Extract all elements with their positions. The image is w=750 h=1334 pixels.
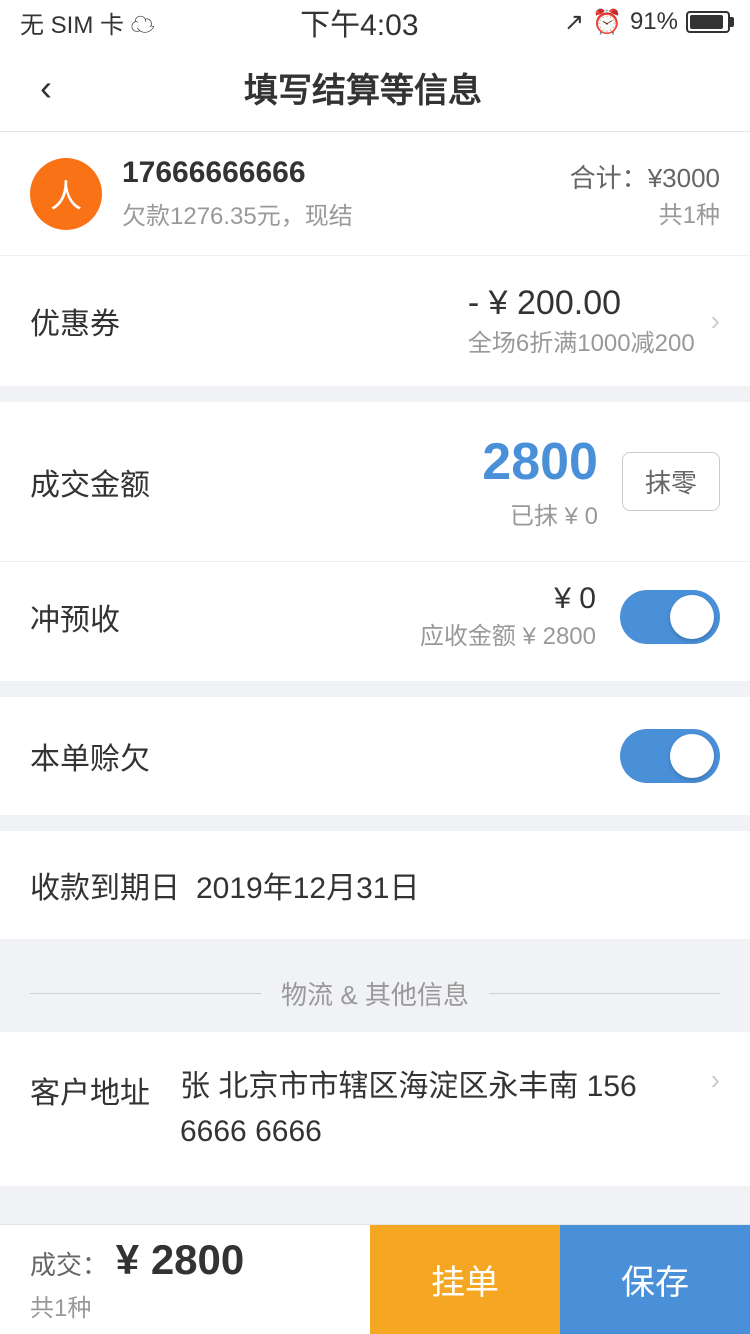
- back-button[interactable]: ‹: [30, 57, 62, 119]
- coupon-desc: 全场6折满1000减200: [468, 323, 695, 358]
- address-section: 客户地址 张 北京市市辖区海淀区永丰南 156 6666 6666 ›: [0, 1032, 750, 1186]
- charge-toggle[interactable]: [620, 590, 720, 644]
- due-date-section: 收款到期日 2019年12月31日: [0, 831, 750, 939]
- status-right: ↗ ⏰ 91%: [564, 8, 730, 37]
- avatar: 人: [30, 158, 102, 230]
- amount-sub: 已抹 ¥ 0: [482, 496, 598, 531]
- debt-row: 本单赊欠: [0, 697, 750, 815]
- bottom-summary: 成交： ¥ 2800 共1种: [0, 1236, 370, 1323]
- sim-label: 无 SIM 卡 ☁: [20, 5, 155, 40]
- charge-value: ¥ 0: [420, 582, 596, 616]
- hold-button[interactable]: 挂单: [370, 1225, 560, 1334]
- bottom-bar: 成交： ¥ 2800 共1种 挂单 保存: [0, 1224, 750, 1334]
- charge-value-block: ¥ 0 应收金额 ¥ 2800: [420, 582, 596, 651]
- coupon-right: - ¥ 200.00 全场6折满1000减200 ›: [468, 284, 720, 358]
- address-content: 张 北京市市辖区海淀区永丰南 156 6666 6666: [180, 1064, 695, 1154]
- due-row: 收款到期日 2019年12月31日: [0, 831, 750, 939]
- chevron-right-icon: ›: [711, 305, 720, 337]
- coupon-info: - ¥ 200.00 全场6折满1000减200: [468, 284, 695, 358]
- customer-info: 17666666666 欠款1276.35元，现结: [122, 156, 353, 231]
- nav-bar: ‹ 填写结算等信息: [0, 44, 750, 132]
- total-label: 合计：¥3000: [570, 158, 720, 195]
- coupon-discount: - ¥ 200.00: [468, 284, 695, 323]
- round-button[interactable]: 抹零: [622, 452, 720, 511]
- debt-section: 本单赊欠: [0, 697, 750, 815]
- amount-value: 2800: [482, 432, 598, 492]
- status-left: 无 SIM 卡 ☁: [20, 5, 155, 40]
- battery-icon: [686, 11, 730, 33]
- charge-sub: 应收金额 ¥ 2800: [420, 616, 596, 651]
- coupon-row[interactable]: 优惠券 - ¥ 200.00 全场6折满1000减200 ›: [0, 255, 750, 386]
- charge-label: 冲预收: [30, 595, 120, 639]
- status-time: 下午4:03: [300, 0, 418, 44]
- location-icon: ↗: [564, 8, 584, 37]
- debt-label: 本单赊欠: [30, 734, 150, 778]
- customer-phone: 17666666666: [122, 156, 353, 190]
- customer-row: 人 17666666666 欠款1276.35元，现结 合计：¥3000 共1种: [0, 132, 750, 255]
- amount-section: 成交金额 2800 已抹 ¥ 0 抹零 冲预收 ¥ 0 应收金额 ¥ 2800: [0, 402, 750, 681]
- bottom-deal-line: 成交： ¥ 2800: [30, 1236, 340, 1284]
- customer-right: 合计：¥3000 共1种: [570, 158, 720, 230]
- amount-row: 成交金额 2800 已抹 ¥ 0 抹零: [0, 402, 750, 561]
- charge-row: 冲预收 ¥ 0 应收金额 ¥ 2800: [0, 561, 750, 681]
- coupon-label: 优惠券: [30, 299, 120, 343]
- bottom-deal-label: 成交：: [30, 1250, 108, 1280]
- status-bar: 无 SIM 卡 ☁ 下午4:03 ↗ ⏰ 91%: [0, 0, 750, 44]
- customer-debt: 欠款1276.35元，现结: [122, 196, 353, 231]
- logistics-divider: 物流 & 其他信息: [0, 955, 750, 1032]
- due-label: 收款到期日: [30, 863, 180, 907]
- address-label: 客户地址: [30, 1068, 150, 1112]
- customer-section: 人 17666666666 欠款1276.35元，现结 合计：¥3000 共1种…: [0, 132, 750, 386]
- amount-right: 2800 已抹 ¥ 0 抹零: [482, 432, 720, 531]
- address-chevron-icon: ›: [711, 1064, 720, 1096]
- bottom-deal-amount: ¥ 2800: [116, 1236, 244, 1283]
- save-button[interactable]: 保存: [560, 1225, 750, 1334]
- amount-label: 成交金额: [30, 460, 150, 504]
- total-count: 共1种: [570, 195, 720, 230]
- amount-value-block: 2800 已抹 ¥ 0: [482, 432, 598, 531]
- customer-left: 人 17666666666 欠款1276.35元，现结: [30, 156, 353, 231]
- battery-percent: 91%: [630, 8, 678, 36]
- alarm-icon: ⏰: [592, 8, 622, 37]
- bottom-count: 共1种: [30, 1288, 340, 1323]
- charge-right: ¥ 0 应收金额 ¥ 2800: [420, 582, 720, 651]
- debt-toggle[interactable]: [620, 729, 720, 783]
- page-title: 填写结算等信息: [62, 63, 664, 112]
- logistics-label: 物流 & 其他信息: [281, 975, 469, 1012]
- due-value: 2019年12月31日: [196, 863, 419, 907]
- address-row[interactable]: 客户地址 张 北京市市辖区海淀区永丰南 156 6666 6666 ›: [0, 1032, 750, 1186]
